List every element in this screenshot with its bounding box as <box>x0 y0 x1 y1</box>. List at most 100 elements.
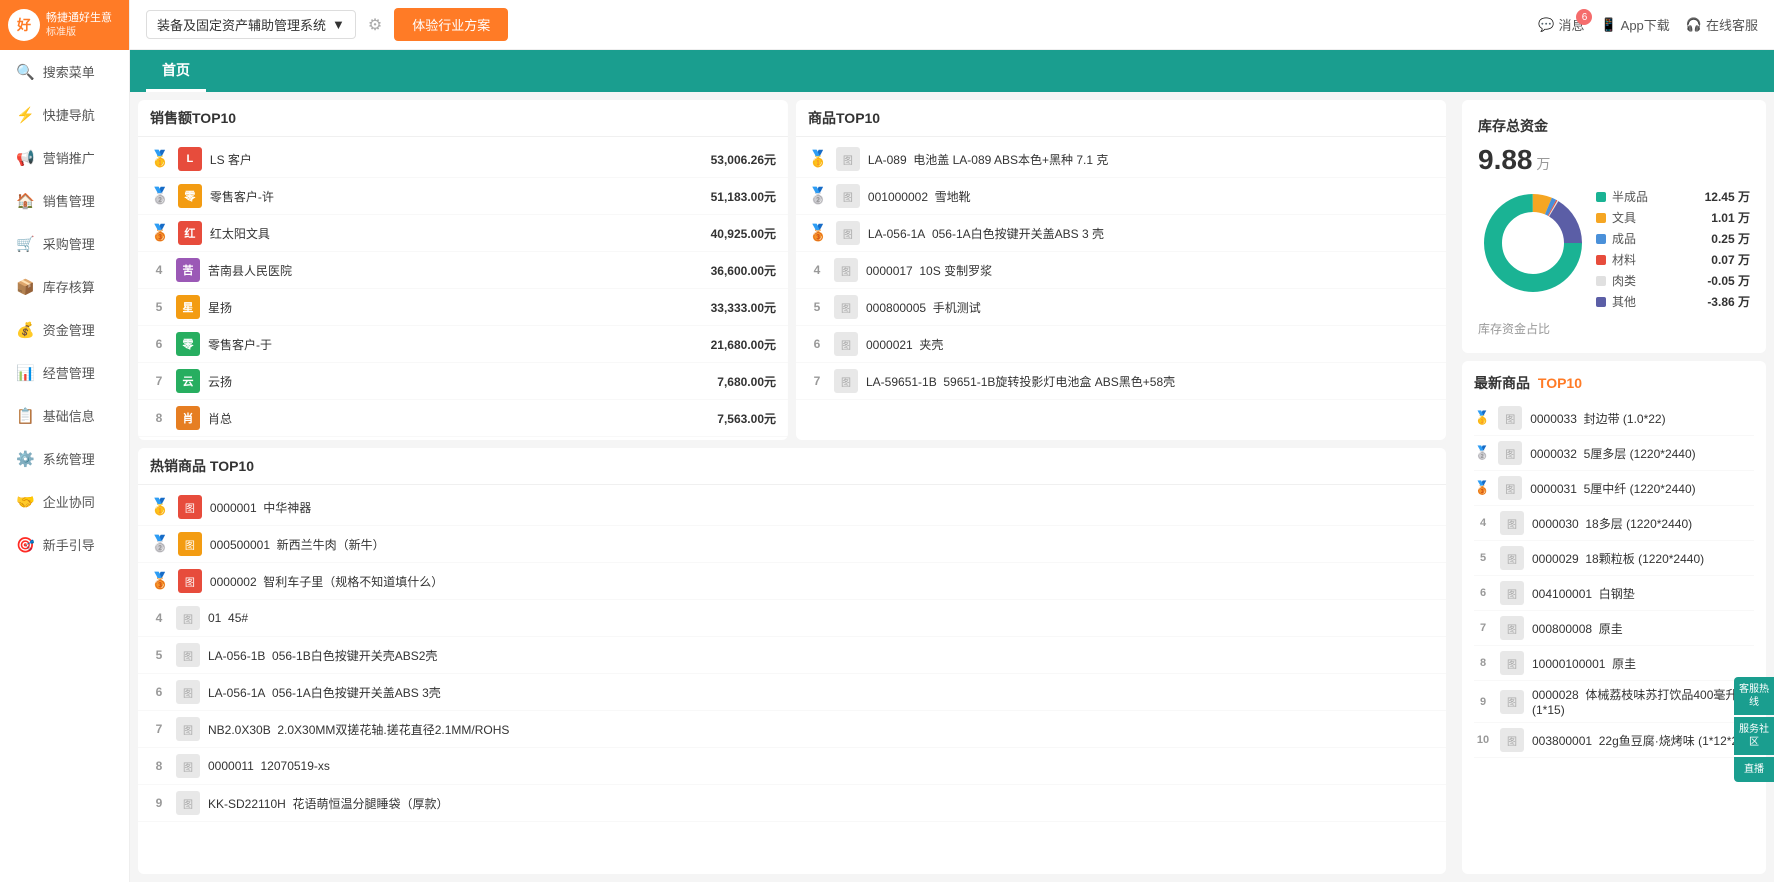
inventory-icon: 📦 <box>16 278 35 296</box>
customer-avatar: 肖 <box>176 406 200 430</box>
sidebar: 好 畅捷通好生意 标准版 🔍 搜索菜单 ⚡ 快捷导航 📢 营销推广 🏠 销售管理… <box>0 0 130 882</box>
product-name: 000800005 手机测试 <box>866 299 1434 316</box>
legend-value: 0.25 万 <box>1711 230 1750 247</box>
float-btn-community[interactable]: 服务社区 <box>1734 717 1774 755</box>
customer-rank-item: 🥇 L LS 客户 53,006.26元 <box>138 141 788 178</box>
newest-product-icon: 图 <box>1500 616 1524 640</box>
medal-icon: 🥇 <box>808 149 828 169</box>
float-btn-live[interactable]: 直播 <box>1734 757 1774 782</box>
hot-product-name: 000500001 新西兰牛肉（新牛） <box>210 536 1434 553</box>
legend-value: -0.05 万 <box>1707 272 1750 289</box>
sidebar-item-search[interactable]: 🔍 搜索菜单 <box>0 50 129 93</box>
product-image: 图 <box>178 532 202 556</box>
rank-number: 5 <box>808 298 826 316</box>
product-icon: 图 <box>176 717 200 741</box>
hot-product-name: 01 45# <box>208 611 1434 625</box>
legend-dot <box>1596 255 1606 265</box>
medal-icon: 🥉 <box>150 223 170 243</box>
customer-rank-item: 8 肖 肖总 7,563.00元 <box>138 400 788 437</box>
rank-number: 8 <box>1474 654 1492 672</box>
legend-value: 0.07 万 <box>1711 251 1750 268</box>
customer-value: 7,680.00元 <box>717 373 776 390</box>
messages-badge: 6 <box>1576 9 1592 25</box>
legend-dot <box>1596 234 1606 244</box>
content-area: 销售额TOP10 🥇 L LS 客户 53,006.26元 🥈 零 零售客户-许… <box>130 92 1774 882</box>
product-icon: 图 <box>836 147 860 171</box>
sidebar-item-operations[interactable]: 📊 经营管理 <box>0 351 129 394</box>
rank-number: 6 <box>808 335 826 353</box>
product-rank-item: 5 图 000800005 手机测试 <box>796 289 1446 326</box>
hot-product-name: 0000002 智利车子里（规格不知道填什么） <box>210 573 1434 590</box>
hot-product-info: 0000011 12070519-xs <box>208 759 1434 773</box>
settings-icon[interactable]: ⚙ <box>368 15 382 35</box>
customer-avatar: 苦 <box>176 258 200 282</box>
sidebar-item-system[interactable]: ⚙️ 系统管理 <box>0 437 129 480</box>
legend-dot <box>1596 213 1606 223</box>
rank-number: 4 <box>808 261 826 279</box>
medal-icon: 🥉 <box>808 223 828 243</box>
rank-number: 10 <box>1474 731 1492 749</box>
sidebar-item-quicknav[interactable]: ⚡ 快捷导航 <box>0 93 129 136</box>
rank-number: 4 <box>150 609 168 627</box>
operations-icon: 📊 <box>16 364 35 382</box>
medal-icon: 🥈 <box>150 186 170 206</box>
hot-product-name: NB2.0X30B 2.0X30MM双搓花轴.搓花直径2.1MM/ROHS <box>208 721 1434 738</box>
rank-number: 7 <box>150 720 168 738</box>
customer-top10-panel: 销售额TOP10 🥇 L LS 客户 53,006.26元 🥈 零 零售客户-许… <box>138 100 788 440</box>
finance-icon: 💰 <box>16 321 35 339</box>
hot-product-info: KK-SD22110H 花语萌恒温分腿睡袋（厚款） <box>208 795 1434 812</box>
newest-product-item: 8 图 10000100001 原圭 <box>1474 646 1754 681</box>
messages-action[interactable]: 💬 消息 6 <box>1538 15 1584 34</box>
sidebar-item-sales[interactable]: 🏠 销售管理 <box>0 179 129 222</box>
customer-avatar: 红 <box>178 221 202 245</box>
sidebar-item-inventory[interactable]: 📦 库存核算 <box>0 265 129 308</box>
sidebar-item-collab[interactable]: 🤝 企业协同 <box>0 480 129 523</box>
system-selector[interactable]: 装备及固定资产辅助管理系统 ▼ <box>146 10 356 39</box>
medal-icon: 🥇 <box>1474 410 1490 426</box>
top-header: 装备及固定资产辅助管理系统 ▼ ⚙ 体验行业方案 💬 消息 6 📱 App下载 … <box>130 0 1774 50</box>
legend-dot <box>1596 297 1606 307</box>
customer-rank-item: 7 云 云扬 7,680.00元 <box>138 363 788 400</box>
sales-icon: 🏠 <box>16 192 35 210</box>
legend-item: 其他 -3.86 万 <box>1596 293 1750 310</box>
rank-number: 9 <box>150 794 168 812</box>
product-icon: 图 <box>176 680 200 704</box>
sidebar-item-basics[interactable]: 📋 基础信息 <box>0 394 129 437</box>
header-actions: 💬 消息 6 📱 App下载 🎧 在线客服 <box>1538 15 1758 34</box>
online-service-action[interactable]: 🎧 在线客服 <box>1686 15 1758 34</box>
product-name: LA-089 电池盖 LA-089 ABS本色+黑种 7.1 克 <box>868 151 1434 168</box>
customer-rank-item: 5 星 星扬 33,333.00元 <box>138 289 788 326</box>
medal-icon: 🥈 <box>1474 445 1490 461</box>
medal-icon: 🥇 <box>150 149 170 169</box>
sidebar-item-marketing[interactable]: 📢 营销推广 <box>0 136 129 179</box>
hot-product-item: 5 图 LA-056-1B 056-1B白色按键开关壳ABS2壳 <box>138 637 1446 674</box>
sidebar-item-purchase[interactable]: 🛒 采购管理 <box>0 222 129 265</box>
newest-product-item: 5 图 0000029 18颗粒板 (1220*2440) <box>1474 541 1754 576</box>
nav-tab-home[interactable]: 首页 <box>146 50 206 92</box>
product-rank-item: 🥉 图 LA-056-1A 056-1A白色按键开关盖ABS 3 壳 <box>796 215 1446 252</box>
donut-chart <box>1478 188 1588 298</box>
app-download-action[interactable]: 📱 App下载 <box>1600 15 1669 34</box>
newest-products-panel: 最新商品 TOP10 🥇 图 0000033 封边带 (1.0*22) 🥈 图 … <box>1462 361 1766 874</box>
customer-value: 36,600.00元 <box>711 262 776 279</box>
sidebar-item-guide[interactable]: 🎯 新手引导 <box>0 523 129 566</box>
trial-button[interactable]: 体验行业方案 <box>394 8 508 41</box>
customer-top10-header: 销售额TOP10 <box>138 100 788 137</box>
newest-product-icon: 图 <box>1500 651 1524 675</box>
hot-product-name: LA-056-1A 056-1A白色按键开关盖ABS 3壳 <box>208 684 1434 701</box>
customer-rank-item: 🥉 红 红太阳文具 40,925.00元 <box>138 215 788 252</box>
float-btn-service[interactable]: 客服热线 <box>1734 677 1774 715</box>
hot-product-info: NB2.0X30B 2.0X30MM双搓花轴.搓花直径2.1MM/ROHS <box>208 721 1434 738</box>
product-rank-item: 7 图 LA-59651-1B 59651-1B旋转投影灯电池盒 ABS黑色+5… <box>796 363 1446 400</box>
newest-products-title: 最新商品 TOP10 <box>1474 373 1754 393</box>
newest-product-icon: 图 <box>1498 406 1522 430</box>
customer-name: 零售客户-于 <box>208 336 703 353</box>
legend-value: 12.45 万 <box>1705 188 1750 205</box>
customer-avatar: 零 <box>176 332 200 356</box>
hot-product-item: 8 图 0000011 12070519-xs <box>138 748 1446 785</box>
chevron-down-icon: ▼ <box>332 17 345 32</box>
sidebar-item-finance[interactable]: 💰 资金管理 <box>0 308 129 351</box>
customer-name: 星扬 <box>208 299 703 316</box>
medal-icon: 🥉 <box>1474 480 1490 496</box>
customer-value: 7,563.00元 <box>717 410 776 427</box>
